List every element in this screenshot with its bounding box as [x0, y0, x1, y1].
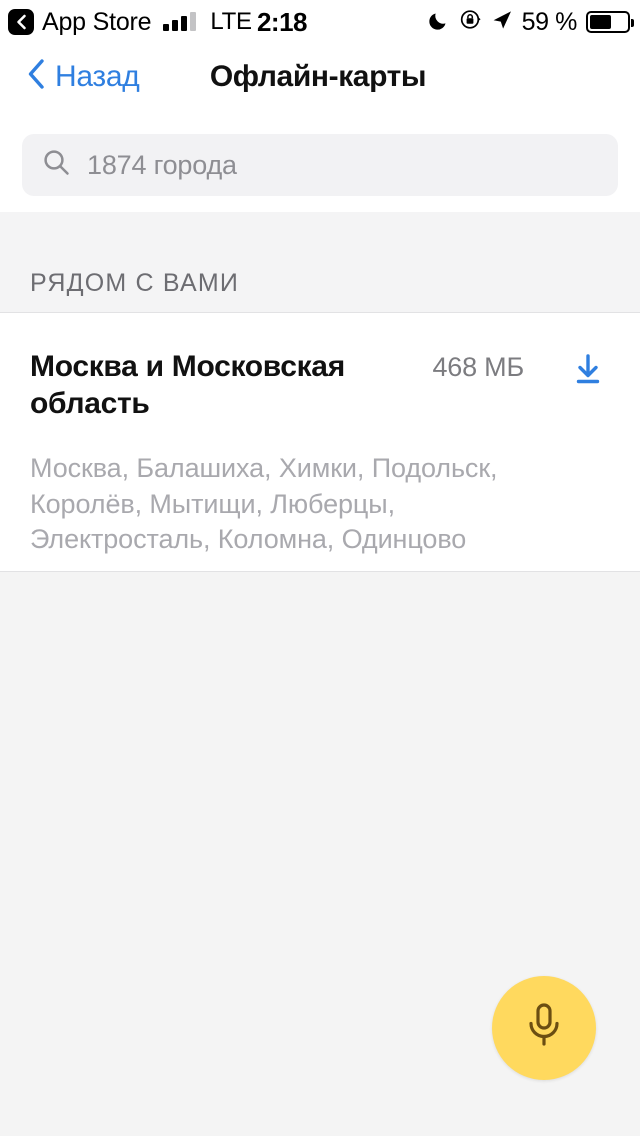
search-input[interactable]: 1874 города [22, 134, 618, 196]
navigation-bar: Назад Офлайн-карты [0, 44, 640, 120]
list-item[interactable]: Москва и Московская область 468 МБ Москв… [0, 313, 640, 572]
download-icon [571, 352, 605, 391]
rotation-lock-icon [459, 8, 482, 36]
section-header-band: РЯДОМ С ВАМИ [0, 212, 640, 313]
voice-search-button[interactable] [492, 976, 596, 1080]
battery-percent-label: 59 % [521, 7, 578, 36]
status-bar: App Store LTE 2:18 59 % [0, 0, 640, 44]
download-button[interactable] [566, 349, 610, 393]
list-item-size: 468 МБ [432, 352, 524, 382]
moon-icon [428, 9, 450, 36]
page-title: Офлайн-карты [209, 60, 427, 93]
list-item-title: Москва и Московская область [30, 350, 345, 420]
search-placeholder: 1874 города [87, 149, 237, 180]
list-item-header: Москва и Московская область 468 МБ [30, 349, 610, 422]
microphone-icon [521, 1001, 567, 1056]
search-bar-container: 1874 города [0, 120, 640, 212]
search-icon [42, 148, 71, 182]
status-bar-right: 59 % [428, 7, 634, 37]
location-arrow-icon [491, 9, 513, 36]
list-item-subtitle: Москва, Балашиха, Химки, Подольск, Корол… [30, 453, 498, 555]
battery-icon [586, 11, 634, 33]
section-header-label: РЯДОМ С ВАМИ [30, 269, 240, 297]
